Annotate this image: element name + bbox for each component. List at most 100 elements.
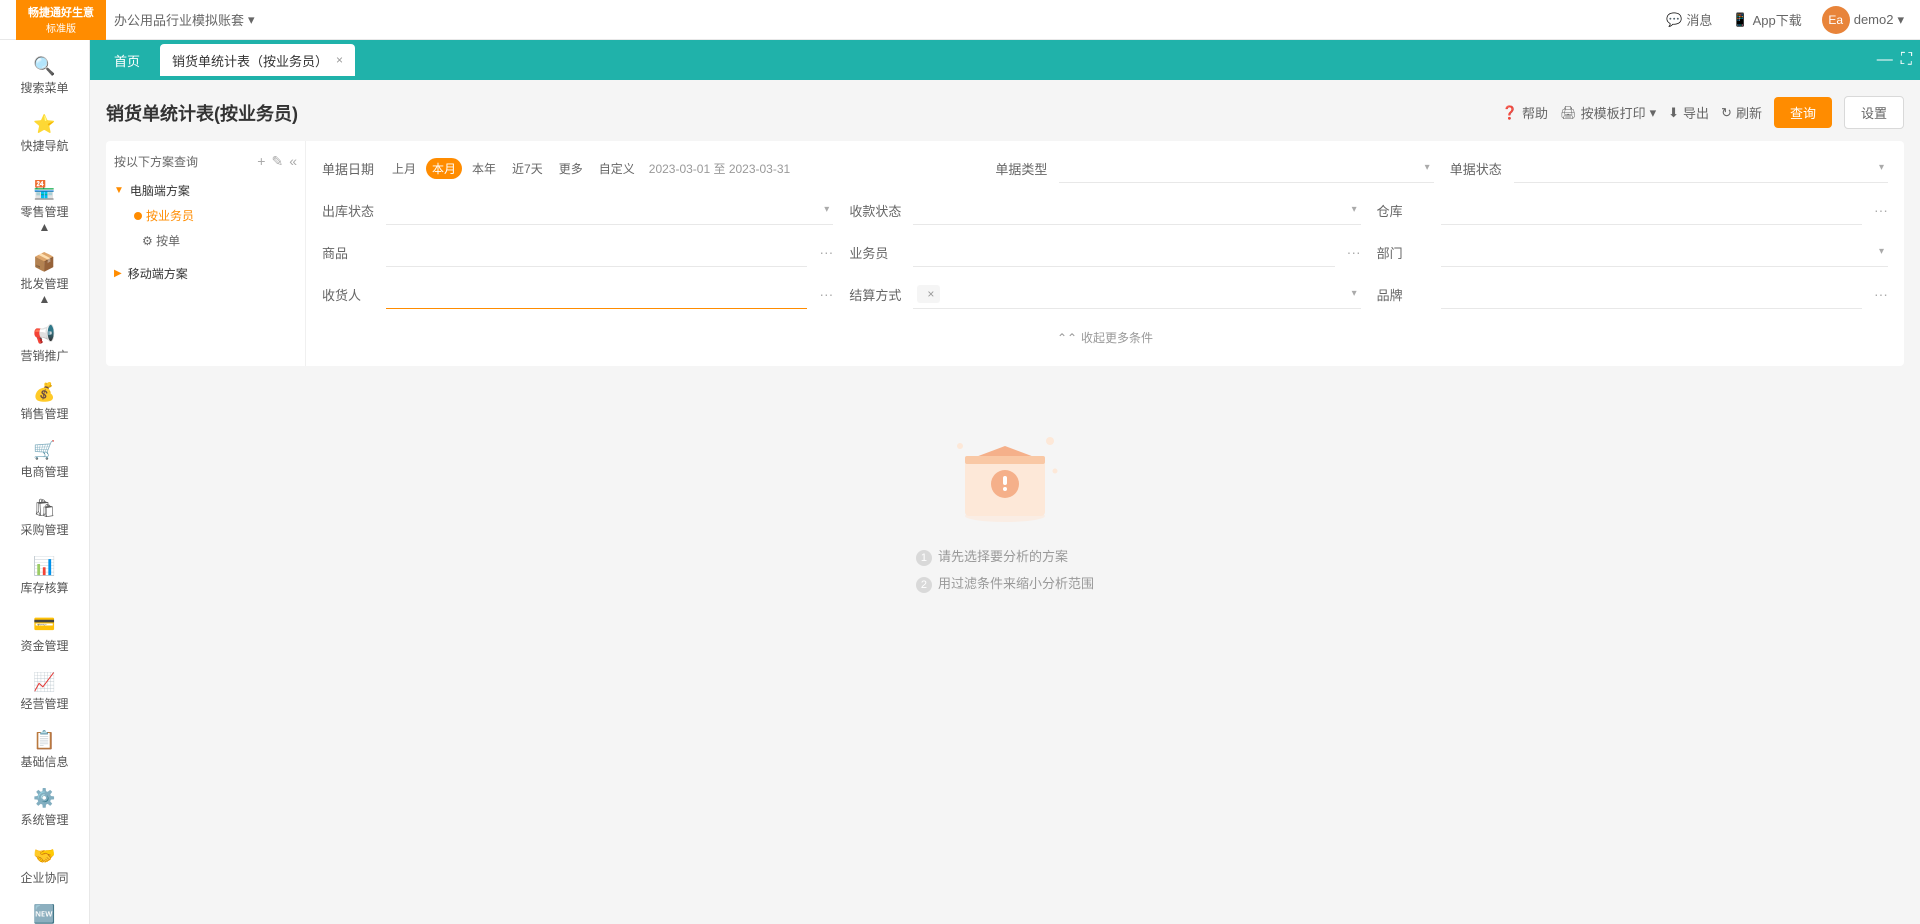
tab-close-btn[interactable]: × bbox=[336, 53, 343, 67]
scheme-edit-btn[interactable]: ✎ bbox=[271, 153, 283, 170]
payment-method-tag: × bbox=[917, 285, 940, 303]
department-select[interactable]: ▾ bbox=[1441, 237, 1888, 267]
user-menu[interactable]: Ea demo2 ▾ bbox=[1822, 6, 1904, 34]
sidebar-item-inventory[interactable]: 📊 库存核算 bbox=[5, 548, 85, 604]
sidebar-item-wholesale[interactable]: 📦 批发管理 ▲ bbox=[5, 244, 85, 314]
sidebar-item-retail[interactable]: 🏪 零售管理 ▲ bbox=[5, 172, 85, 242]
sidebar-item-purchase[interactable]: 🛍 采购管理 bbox=[5, 490, 85, 546]
tab-bar-actions: — ⛶ bbox=[1877, 51, 1912, 69]
sidebar: 🔍 搜索菜单 ⭐ 快捷导航 🏪 零售管理 ▲ 📦 批发管理 ▲ 📢 营销推广 bbox=[0, 40, 90, 924]
filter-row-4: 收货人 ··· 结算方式 × bbox=[322, 279, 1888, 309]
payment-tag-close-btn[interactable]: × bbox=[927, 287, 934, 301]
filter-out-status-field: 出库状态 ▾ bbox=[322, 195, 833, 225]
date-this-year-btn[interactable]: 本年 bbox=[466, 158, 502, 179]
warehouse-label: 仓库 bbox=[1377, 201, 1433, 220]
scheme-group-pc: ▼ 电脑端方案 按业务员 ⚙ 按单 bbox=[114, 178, 297, 253]
print-btn[interactable]: 🖨 按模板打印 ▾ bbox=[1560, 103, 1656, 122]
consignee-input[interactable] bbox=[386, 279, 807, 309]
content-area: 首页 销货单统计表（按业务员） × — ⛶ 销货单统计表(按业务员) bbox=[90, 40, 1920, 924]
payment-method-label: 结算方式 bbox=[849, 285, 905, 304]
salesperson-input[interactable] bbox=[913, 237, 1334, 267]
date-custom-btn[interactable]: 自定义 bbox=[593, 158, 641, 179]
sidebar-item-search[interactable]: 🔍 搜索菜单 bbox=[5, 48, 85, 104]
settings-btn[interactable]: 设置 bbox=[1844, 96, 1904, 129]
scheme-panel: 按以下方案查询 + ✎ « ▼ 电脑端方案 bbox=[106, 141, 306, 366]
scheme-active-dot bbox=[134, 212, 142, 220]
date-more-btn[interactable]: 更多 bbox=[553, 158, 589, 179]
sidebar-item-enterprise[interactable]: 🤝 企业协同 bbox=[5, 838, 85, 894]
filter-row-2: 出库状态 ▾ 收款状态 ▾ bbox=[322, 195, 1888, 225]
messages-btn[interactable]: 💬 消息 bbox=[1666, 10, 1712, 29]
salesperson-more-icon[interactable]: ··· bbox=[1347, 244, 1361, 260]
filter-salesperson-field: 业务员 ··· bbox=[849, 237, 1360, 267]
page-title-bar: 销货单统计表(按业务员) ❓ 帮助 🖨 按模板打印 ▾ ⬇ bbox=[106, 96, 1904, 129]
sidebar-item-onboarding[interactable]: 🆕 新手引导 bbox=[5, 896, 85, 924]
query-btn[interactable]: 查询 bbox=[1774, 97, 1832, 128]
filter-consignee-field: 收货人 ··· bbox=[322, 279, 833, 309]
refresh-btn[interactable]: ↻ 刷新 bbox=[1721, 103, 1762, 122]
date-last-month-btn[interactable]: 上月 bbox=[386, 158, 422, 179]
date-last7-btn[interactable]: 近7天 bbox=[506, 158, 549, 179]
doc-type-select[interactable]: ▾ bbox=[1059, 153, 1433, 183]
product-input[interactable] bbox=[386, 237, 807, 267]
filter-doc-type-field: 单据类型 ▾ bbox=[995, 153, 1433, 183]
sidebar-item-ecommerce[interactable]: 🛒 电商管理 bbox=[5, 432, 85, 488]
help-btn[interactable]: ❓ 帮助 bbox=[1502, 103, 1548, 122]
receive-status-select[interactable]: ▾ bbox=[913, 195, 1360, 225]
out-status-chevron-icon: ▾ bbox=[824, 204, 829, 215]
product-label: 商品 bbox=[322, 243, 378, 262]
doc-type-label: 单据类型 bbox=[995, 159, 1051, 178]
doc-status-chevron-icon: ▾ bbox=[1879, 162, 1884, 173]
date-quick-btns: 上月 本月 本年 近7天 更多 自定义 2023-03-01 至 2023-03… bbox=[386, 158, 790, 179]
brand-more-icon[interactable]: ··· bbox=[1874, 286, 1888, 302]
doc-status-select[interactable]: ▾ bbox=[1514, 153, 1888, 183]
export-btn[interactable]: ⬇ 导出 bbox=[1668, 103, 1709, 122]
sidebar-item-operations[interactable]: 📈 经营管理 bbox=[5, 664, 85, 720]
tab-bar: 首页 销货单统计表（按业务员） × — ⛶ bbox=[90, 40, 1920, 80]
logo: 畅捷通好生意 标准版 bbox=[16, 0, 106, 40]
consignee-more-icon[interactable]: ··· bbox=[819, 286, 833, 302]
empty-hint-1: 1 请先选择要分析的方案 bbox=[916, 546, 1094, 569]
warehouse-more-icon[interactable]: ··· bbox=[1874, 202, 1888, 218]
scheme-collapse-btn[interactable]: « bbox=[289, 153, 297, 170]
scheme-item-by-doc[interactable]: ⚙ 按单 bbox=[114, 228, 297, 253]
collapse-bar: ⌃⌃ 收起更多条件 bbox=[322, 321, 1888, 354]
doc-status-label: 单据状态 bbox=[1450, 159, 1506, 178]
out-status-label: 出库状态 bbox=[322, 201, 378, 220]
empty-illustration bbox=[945, 426, 1065, 526]
sidebar-item-marketing[interactable]: 📢 营销推广 bbox=[5, 316, 85, 372]
warehouse-input[interactable] bbox=[1441, 195, 1862, 225]
sidebar-item-finance[interactable]: 💳 资金管理 bbox=[5, 606, 85, 662]
scheme-group-header-mobile[interactable]: ▶ 移动端方案 bbox=[114, 261, 297, 286]
app-dropdown[interactable]: 办公用品行业模拟账套 ▾ bbox=[114, 10, 255, 29]
sidebar-item-basic-info[interactable]: 📋 基础信息 bbox=[5, 722, 85, 778]
top-header: 畅捷通好生意 标准版 办公用品行业模拟账套 ▾ 💬 消息 📱 App下载 Ea bbox=[0, 0, 1920, 40]
tab-active[interactable]: 销货单统计表（按业务员） × bbox=[160, 44, 355, 76]
filter-panel: 按以下方案查询 + ✎ « ▼ 电脑端方案 bbox=[106, 141, 1904, 366]
department-label: 部门 bbox=[1377, 243, 1433, 262]
collapse-btn[interactable]: ⌃⌃ 收起更多条件 bbox=[1057, 329, 1153, 346]
page-actions: ❓ 帮助 🖨 按模板打印 ▾ ⬇ 导出 ↻ bbox=[1502, 96, 1904, 129]
sidebar-item-quick-nav[interactable]: ⭐ 快捷导航 bbox=[5, 106, 85, 162]
date-this-month-btn[interactable]: 本月 bbox=[426, 158, 462, 179]
filter-payment-method-field: 结算方式 × ▾ bbox=[849, 279, 1360, 309]
payment-method-select[interactable]: × ▾ bbox=[913, 279, 1360, 309]
payment-method-chevron-icon: ▾ bbox=[1352, 288, 1357, 299]
scheme-group-header-pc[interactable]: ▼ 电脑端方案 bbox=[114, 178, 297, 203]
tab-maximize-btn[interactable]: ⛶ bbox=[1901, 51, 1912, 69]
scheme-header: 按以下方案查询 + ✎ « bbox=[114, 149, 297, 178]
scheme-item-by-salesperson[interactable]: 按业务员 bbox=[114, 203, 297, 228]
sidebar-item-sales[interactable]: 💰 销售管理 bbox=[5, 374, 85, 430]
page-content: 销货单统计表(按业务员) ❓ 帮助 🖨 按模板打印 ▾ ⬇ bbox=[90, 80, 1920, 924]
product-more-icon[interactable]: ··· bbox=[819, 244, 833, 260]
tab-home[interactable]: 首页 bbox=[98, 40, 156, 80]
out-status-select[interactable]: ▾ bbox=[386, 195, 833, 225]
date-range-display: 2023-03-01 至 2023-03-31 bbox=[649, 160, 790, 177]
tab-minimize-btn[interactable]: — bbox=[1877, 51, 1893, 69]
date-label: 单据日期 bbox=[322, 159, 378, 178]
scheme-add-btn[interactable]: + bbox=[257, 153, 265, 170]
sidebar-item-system[interactable]: ⚙️ 系统管理 bbox=[5, 780, 85, 836]
filter-date-field: 单据日期 上月 本月 本年 近7天 更多 自定义 2023-03-01 至 20… bbox=[322, 158, 979, 179]
app-download-btn[interactable]: 📱 App下载 bbox=[1732, 10, 1801, 29]
brand-input[interactable] bbox=[1441, 279, 1862, 309]
